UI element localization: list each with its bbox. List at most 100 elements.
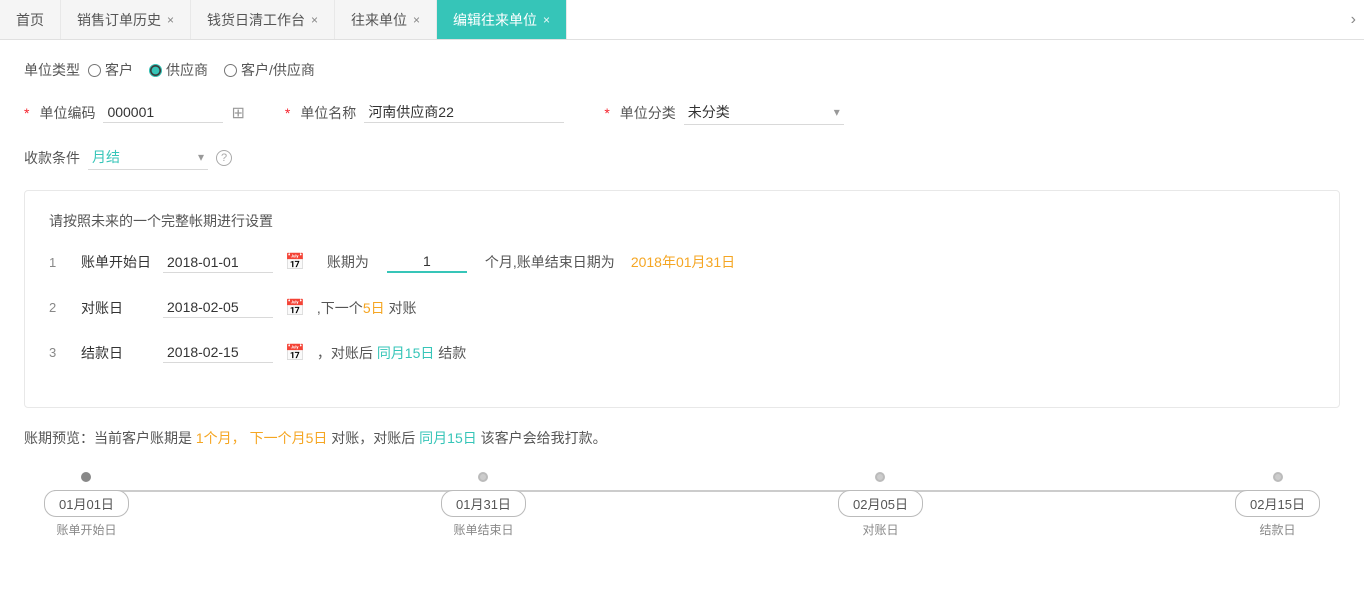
- tab-home-label: 首页: [16, 10, 44, 30]
- tab-edit-partner[interactable]: 编辑往来单位 ×: [437, 0, 567, 39]
- preview-prefix: 账期预览：当前客户账期是: [24, 430, 192, 446]
- tab-sales-history-close[interactable]: ×: [167, 13, 174, 27]
- period-desc-3: ，对账后 同月15日 结款: [317, 343, 466, 363]
- radio-supplier-input[interactable]: [149, 64, 162, 77]
- payment-help-icon[interactable]: ?: [216, 150, 232, 166]
- tab-sales-history[interactable]: 销售订单历史 ×: [61, 0, 191, 39]
- timeline-point-1: 01月01日 账单开始日: [44, 472, 129, 538]
- radio-both[interactable]: 客户/供应商: [224, 60, 315, 80]
- unit-category-group: * 单位分类 未分类 ▾: [604, 100, 843, 125]
- preview-p5: 该客户会给我打款。: [481, 430, 607, 446]
- month-input[interactable]: [387, 251, 467, 273]
- tab-sales-history-label: 销售订单历史: [77, 10, 161, 30]
- period-num-3: 3: [49, 345, 69, 360]
- panel-title: 请按照未来的一个完整帐期进行设置: [49, 211, 1315, 231]
- tab-partner[interactable]: 往来单位 ×: [335, 0, 437, 39]
- tl-box-4: 02月15日: [1235, 490, 1320, 517]
- unit-name-group: * 单位名称: [285, 102, 564, 123]
- tl-label-2: 账单结束日: [453, 521, 513, 538]
- unit-info-row: * 单位编码 ⊞ * 单位名称 * 单位分类 未分类 ▾: [24, 100, 1340, 125]
- period-desc-1-middle: 账期为: [327, 252, 369, 272]
- preview-p3: 对账，对账后: [331, 430, 415, 446]
- unit-category-chevron: ▾: [834, 105, 840, 119]
- unit-category-star: *: [604, 105, 609, 121]
- unit-code-star: *: [24, 105, 29, 121]
- tl-dot-4: [1273, 472, 1283, 482]
- unit-type-row: 单位类型 客户 供应商 客户/供应商: [24, 60, 1340, 80]
- tab-partner-label: 往来单位: [351, 10, 407, 30]
- tab-nav-arrow[interactable]: ›: [1351, 11, 1356, 29]
- reconcile-highlight: 5日: [363, 300, 385, 316]
- radio-supplier[interactable]: 供应商: [149, 60, 208, 80]
- preview-p4: 同月15日: [419, 430, 477, 446]
- tl-box-2: 01月31日: [441, 490, 526, 517]
- period-row-1: 1 账单开始日 📅 账期为 个月,账单结束日期为 2018年01月31日: [49, 251, 1315, 273]
- preview-p1: 1个月，: [196, 430, 246, 446]
- unit-category-value: 未分类: [688, 102, 830, 122]
- preview-p2: 下一个月5日: [250, 430, 328, 446]
- reconcile-date-input[interactable]: [163, 297, 273, 318]
- unit-code-input[interactable]: [103, 102, 223, 123]
- tab-bar: 首页 销售订单历史 × 钱货日清工作台 × 往来单位 × 编辑往来单位 × ›: [0, 0, 1364, 40]
- payment-group: 收款条件 月结 ▾ ?: [24, 145, 232, 170]
- timeline-section: 01月01日 账单开始日 01月31日 账单结束日 02月05日 对账日 02月…: [24, 472, 1340, 538]
- unit-type-label: 单位类型: [24, 60, 80, 80]
- period-label-2: 对账日: [81, 298, 151, 318]
- tab-home[interactable]: 首页: [0, 0, 61, 39]
- unit-code-label: 单位编码: [39, 103, 95, 123]
- tab-nav-right: ›: [1351, 0, 1364, 39]
- payment-value: 月结: [92, 147, 194, 167]
- tl-box-3: 02月05日: [838, 490, 923, 517]
- unit-code-copy-icon[interactable]: ⊞: [231, 103, 244, 123]
- timeline-point-4: 02月15日 结款日: [1235, 472, 1320, 538]
- radio-customer-input[interactable]: [88, 64, 101, 77]
- radio-both-input[interactable]: [224, 64, 237, 77]
- payment-select[interactable]: 月结 ▾: [88, 145, 208, 170]
- timeline-points: 01月01日 账单开始日 01月31日 账单结束日 02月05日 对账日 02月…: [44, 472, 1320, 538]
- period-label-1: 账单开始日: [81, 252, 151, 272]
- timeline-point-2: 01月31日 账单结束日: [441, 472, 526, 538]
- radio-customer[interactable]: 客户: [88, 60, 133, 80]
- tab-edit-partner-close[interactable]: ×: [543, 13, 550, 27]
- main-content: 单位类型 客户 供应商 客户/供应商 * 单位编码: [0, 40, 1364, 608]
- period-row-3: 3 结款日 📅 ，对账后 同月15日 结款: [49, 342, 1315, 363]
- payment-row: 收款条件 月结 ▾ ?: [24, 145, 1340, 170]
- payment-highlight: 同月15日: [377, 345, 435, 361]
- unit-name-star: *: [285, 105, 290, 121]
- payment-chevron: ▾: [198, 150, 204, 164]
- unit-type-group: 单位类型 客户 供应商 客户/供应商: [24, 60, 315, 80]
- unit-name-label: 单位名称: [300, 103, 356, 123]
- tab-partner-close[interactable]: ×: [413, 13, 420, 27]
- radio-supplier-label: 供应商: [166, 60, 208, 80]
- tl-dot-1: [81, 472, 91, 482]
- tl-box-1: 01月01日: [44, 490, 129, 517]
- tl-label-4: 结款日: [1260, 521, 1296, 538]
- tab-cash-work-label: 钱货日清工作台: [207, 10, 305, 30]
- radio-customer-label: 客户: [105, 60, 133, 80]
- tab-edit-partner-label: 编辑往来单位: [453, 10, 537, 30]
- period-num-2: 2: [49, 300, 69, 315]
- tab-cash-work-close[interactable]: ×: [311, 13, 318, 27]
- unit-type-radio-group: 客户 供应商 客户/供应商: [88, 60, 315, 80]
- tl-label-3: 对账日: [862, 521, 898, 538]
- timeline-point-3: 02月05日 对账日: [838, 472, 923, 538]
- radio-both-label: 客户/供应商: [241, 60, 315, 80]
- unit-category-label: 单位分类: [620, 103, 676, 123]
- payment-date-calendar[interactable]: 📅: [285, 343, 305, 363]
- tl-label-1: 账单开始日: [56, 521, 116, 538]
- start-date-calendar[interactable]: 📅: [285, 252, 305, 272]
- tab-cash-work[interactable]: 钱货日清工作台 ×: [191, 0, 335, 39]
- unit-name-input[interactable]: [364, 102, 564, 123]
- reconcile-date-calendar[interactable]: 📅: [285, 298, 305, 318]
- period-row-2: 2 对账日 📅 ,下一个5日 对账: [49, 297, 1315, 318]
- period-label-3: 结款日: [81, 343, 151, 363]
- period-num-1: 1: [49, 255, 69, 270]
- period-desc-1-suffix: 个月,账单结束日期为: [485, 252, 615, 272]
- preview-text: 账期预览：当前客户账期是 1个月， 下一个月5日 对账，对账后 同月15日 该客…: [24, 428, 1340, 448]
- payment-date-input[interactable]: [163, 342, 273, 363]
- start-date-input[interactable]: [163, 252, 273, 273]
- unit-category-select[interactable]: 未分类 ▾: [684, 100, 844, 125]
- settings-panel: 请按照未来的一个完整帐期进行设置 1 账单开始日 📅 账期为 个月,账单结束日期…: [24, 190, 1340, 408]
- payment-label: 收款条件: [24, 148, 80, 168]
- unit-code-group: * 单位编码 ⊞: [24, 102, 245, 123]
